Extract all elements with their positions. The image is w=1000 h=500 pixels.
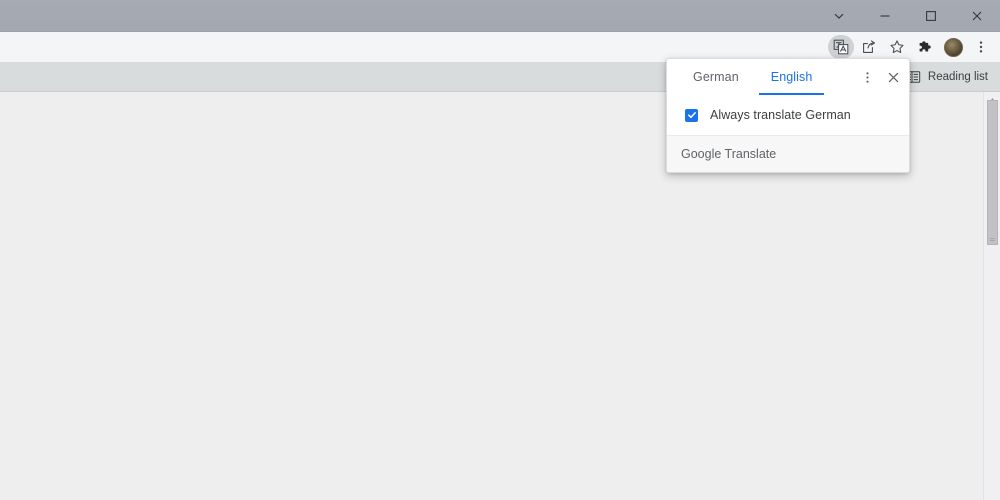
tab-source-language[interactable]: German: [677, 59, 755, 95]
close-icon: [971, 10, 983, 22]
window-controls: [816, 0, 1000, 32]
translate-popup-footer: Google Translate: [667, 135, 909, 172]
browser-window: Reading list German English: [0, 0, 1000, 500]
puzzle-piece-icon: [918, 40, 933, 55]
chrome-menu-icon: [974, 40, 988, 54]
title-bar: [0, 0, 1000, 32]
minimize-button[interactable]: [862, 0, 908, 32]
always-translate-label: Always translate German: [710, 108, 851, 122]
google-translate-brand: Google Translate: [681, 147, 776, 161]
close-icon: [887, 71, 900, 84]
brand-translate: Translate: [721, 147, 776, 161]
reading-list-button[interactable]: Reading list: [903, 62, 992, 92]
scrollbar-thumb[interactable]: [987, 100, 998, 245]
language-tabs: German English: [677, 59, 855, 95]
maximize-icon: [925, 10, 937, 22]
reading-list-label: Reading list: [928, 71, 988, 83]
translate-options-button[interactable]: [855, 65, 879, 89]
translate-popup-actions: [855, 65, 905, 89]
translate-popup: German English: [666, 58, 910, 173]
always-translate-row[interactable]: Always translate German: [667, 95, 909, 135]
translate-icon: [833, 39, 849, 55]
maximize-button[interactable]: [908, 0, 954, 32]
brand-google: Google: [681, 147, 721, 161]
close-button[interactable]: [954, 0, 1000, 32]
chrome-menu-button[interactable]: [968, 35, 994, 59]
vertical-scrollbar[interactable]: [983, 92, 1000, 500]
overflow-menu-icon: [861, 71, 874, 84]
extensions-button[interactable]: [912, 35, 938, 59]
checkmark-icon: [687, 110, 697, 120]
bookmark-star-icon: [889, 39, 905, 55]
translate-close-button[interactable]: [881, 65, 905, 89]
always-translate-checkbox[interactable]: [685, 109, 698, 122]
avatar: [944, 38, 963, 57]
profile-button[interactable]: [940, 35, 966, 59]
chevron-down-icon: [832, 9, 846, 23]
share-icon: [861, 39, 877, 55]
share-button[interactable]: [856, 35, 882, 59]
scrollbar-grip: [990, 238, 995, 239]
translate-icon-button[interactable]: [828, 35, 854, 59]
minimize-icon: [879, 10, 891, 22]
tab-search-button[interactable]: [816, 0, 862, 32]
translate-popup-header: German English: [667, 59, 909, 95]
tab-target-language[interactable]: English: [755, 59, 829, 95]
tab-target-language-label: English: [771, 70, 813, 84]
bookmark-star-button[interactable]: [884, 35, 910, 59]
tab-source-language-label: German: [693, 70, 739, 84]
